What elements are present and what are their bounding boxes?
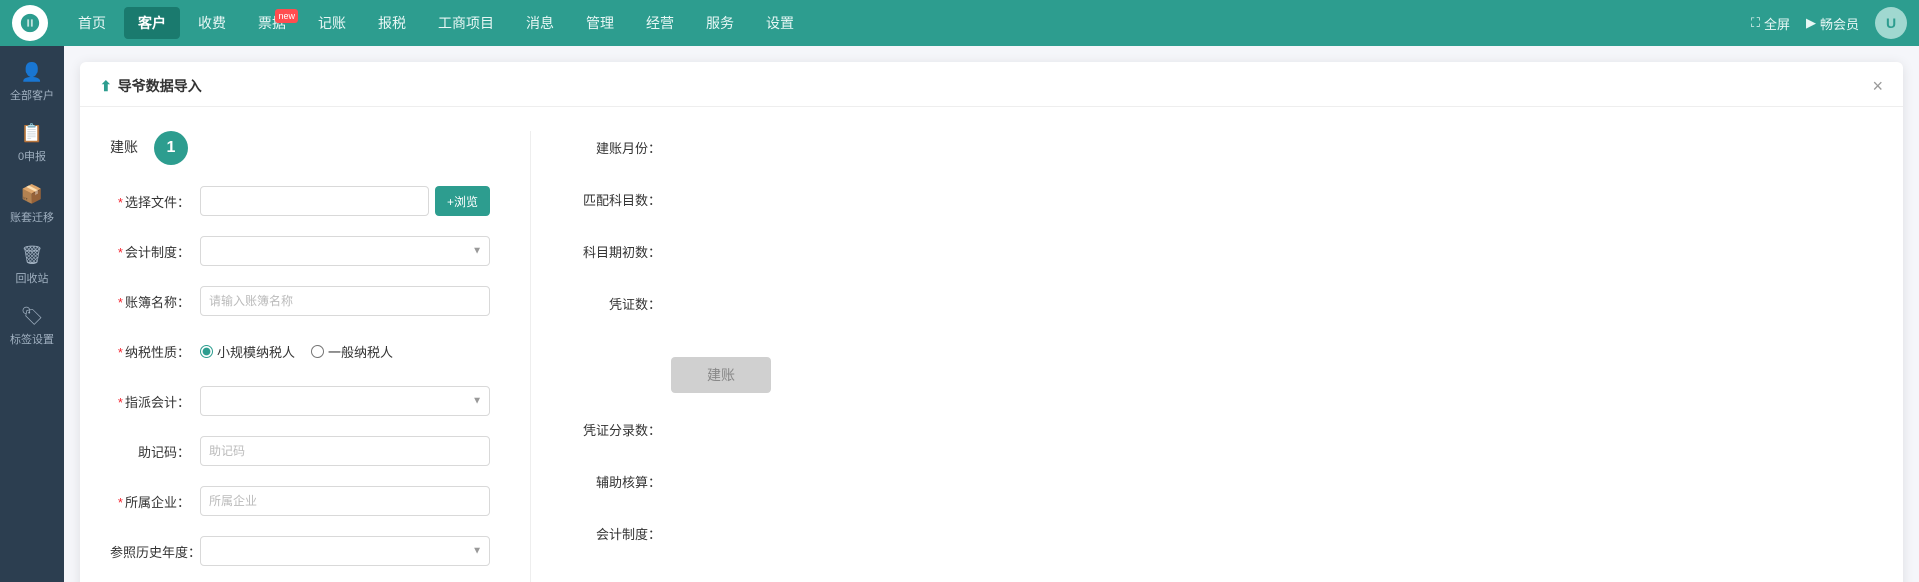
build-account-button[interactable]: 建账 bbox=[671, 357, 771, 393]
auxiliary-row: 辅助核算： bbox=[571, 465, 851, 497]
build-month-row: 建账月份： bbox=[571, 131, 851, 163]
voucher-entries-label: 凭证分录数： bbox=[571, 420, 661, 439]
nav-messages[interactable]: 消息 bbox=[512, 7, 568, 39]
ledger-name-input[interactable] bbox=[200, 286, 490, 316]
accounting-system-label: *会计制度： bbox=[110, 242, 190, 261]
top-nav: 首页 客户 收费 票据 new 记账 报税 工商项目 消息 管理 经营 服务 设… bbox=[0, 0, 1919, 46]
nav-customers[interactable]: 客户 bbox=[124, 7, 180, 39]
ledger-name-row: *账簿名称： bbox=[110, 285, 490, 317]
user-avatar[interactable]: U bbox=[1875, 7, 1907, 39]
sidebar-item-account-migration[interactable]: 📦 账套迁移 bbox=[0, 176, 64, 233]
assign-accountant-select-wrapper: ▼ bbox=[200, 386, 490, 416]
auxiliary-label: 辅助核算： bbox=[571, 472, 661, 491]
nav-bookkeeping[interactable]: 记账 bbox=[304, 7, 360, 39]
nav-tax[interactable]: 报税 bbox=[364, 7, 420, 39]
nav-items: 首页 客户 收费 票据 new 记账 报税 工商项目 消息 管理 经营 服务 设… bbox=[64, 7, 1751, 39]
main-layout: 👤 全部客户 📋 0申报 📦 账套迁移 🗑 回收站 🏷 标签设置 ⬆ 导爷 bbox=[0, 46, 1919, 582]
nav-billing[interactable]: 收费 bbox=[184, 7, 240, 39]
nav-business[interactable]: 工商项目 bbox=[424, 7, 508, 39]
form-right: 建账月份： 匹配科目数： 科目期初数： 凭证数： bbox=[571, 131, 851, 582]
step-label: 建账 bbox=[110, 131, 138, 157]
sidebar-item-tag-settings[interactable]: 🏷 标签设置 bbox=[0, 298, 64, 355]
accounting-system-select[interactable] bbox=[200, 236, 490, 266]
right-accounting-system-row: 会计制度： bbox=[571, 517, 851, 549]
small-taxpayer-label[interactable]: 小规模纳税人 bbox=[200, 342, 295, 361]
section-divider bbox=[530, 131, 531, 582]
import-icon: ⬆ bbox=[100, 78, 112, 95]
voucher-count-row: 凭证数： bbox=[571, 287, 851, 319]
subject-initial-label: 科目期初数： bbox=[571, 242, 661, 261]
history-year-row: 参照历史年度： ▼ bbox=[110, 535, 490, 567]
sidebar-item-recycle-bin[interactable]: 🗑 回收站 bbox=[0, 237, 64, 294]
assign-accountant-select[interactable] bbox=[200, 386, 490, 416]
general-taxpayer-radio[interactable] bbox=[311, 345, 324, 358]
nav-home[interactable]: 首页 bbox=[64, 7, 120, 39]
match-subjects-label: 匹配科目数： bbox=[571, 190, 661, 209]
build-btn-row: 建账 bbox=[571, 347, 851, 393]
nav-management[interactable]: 管理 bbox=[572, 7, 628, 39]
accounting-system-select-wrapper: ▼ bbox=[200, 236, 490, 266]
zero-declaration-icon: 📋 bbox=[21, 123, 43, 144]
file-input-group: +浏览 bbox=[200, 186, 490, 216]
nav-settings[interactable]: 设置 bbox=[752, 7, 808, 39]
voucher-entries-row: 凭证分录数： bbox=[571, 413, 851, 445]
member-btn[interactable]: ▶ 畅会员 bbox=[1806, 14, 1859, 33]
memo-code-input[interactable] bbox=[200, 436, 490, 466]
tax-type-row: *纳税性质： 小规模纳税人 一般纳税人 bbox=[110, 335, 490, 367]
assign-accountant-label: *指派会计： bbox=[110, 392, 190, 411]
assign-accountant-row: *指派会计： ▼ bbox=[110, 385, 490, 417]
sidebar-item-all-customers[interactable]: 👤 全部客户 bbox=[0, 54, 64, 111]
tag-settings-icon: 🏷 bbox=[21, 306, 44, 327]
general-taxpayer-label[interactable]: 一般纳税人 bbox=[311, 342, 393, 361]
nav-services[interactable]: 服务 bbox=[692, 7, 748, 39]
memo-code-row: 助记码： bbox=[110, 435, 490, 467]
dialog-title: ⬆ 导爷数据导入 bbox=[100, 76, 202, 96]
accounting-system-row: *会计制度： ▼ bbox=[110, 235, 490, 267]
import-dialog: ⬆ 导爷数据导入 × 建账 1 *选择文件： bbox=[80, 62, 1903, 582]
history-year-select[interactable] bbox=[200, 536, 490, 566]
step-circle: 1 bbox=[154, 131, 188, 165]
account-migration-icon: 📦 bbox=[21, 184, 43, 205]
company-row: *所属企业： bbox=[110, 485, 490, 517]
tax-type-radio-group: 小规模纳税人 一般纳税人 bbox=[200, 342, 490, 361]
match-subjects-row: 匹配科目数： bbox=[571, 183, 851, 215]
fullscreen-btn[interactable]: ⛶ 全屏 bbox=[1751, 14, 1790, 33]
ledger-name-label: *账簿名称： bbox=[110, 292, 190, 311]
form-left: 建账 1 *选择文件： +浏览 bbox=[110, 131, 490, 582]
close-button[interactable]: × bbox=[1872, 77, 1883, 95]
dialog-body: 建账 1 *选择文件： +浏览 bbox=[80, 107, 1903, 582]
small-taxpayer-radio[interactable] bbox=[200, 345, 213, 358]
file-input[interactable] bbox=[200, 186, 429, 216]
content-area: ⬆ 导爷数据导入 × 建账 1 *选择文件： bbox=[64, 46, 1919, 582]
file-label: *选择文件： bbox=[110, 192, 190, 211]
new-badge: new bbox=[275, 9, 298, 23]
company-label: *所属企业： bbox=[110, 492, 190, 511]
memo-code-label: 助记码： bbox=[110, 442, 190, 461]
subject-initial-row: 科目期初数： bbox=[571, 235, 851, 267]
sidebar-item-zero-declaration[interactable]: 📋 0申报 bbox=[0, 115, 64, 172]
tax-type-label: *纳税性质： bbox=[110, 342, 190, 361]
recycle-bin-icon: 🗑 bbox=[21, 245, 44, 266]
dialog-header: ⬆ 导爷数据导入 × bbox=[80, 62, 1903, 107]
company-input[interactable] bbox=[200, 486, 490, 516]
right-accounting-system-label: 会计制度： bbox=[571, 524, 661, 543]
build-month-label: 建账月份： bbox=[571, 138, 661, 157]
step-area: 建账 1 bbox=[110, 131, 490, 165]
sidebar: 👤 全部客户 📋 0申报 📦 账套迁移 🗑 回收站 🏷 标签设置 bbox=[0, 46, 64, 582]
nav-right: ⛶ 全屏 ▶ 畅会员 U bbox=[1751, 7, 1907, 39]
file-select-row: *选择文件： +浏览 bbox=[110, 185, 490, 217]
app-logo[interactable] bbox=[12, 5, 48, 41]
nav-invoices[interactable]: 票据 new bbox=[244, 7, 300, 39]
all-customers-icon: 👤 bbox=[21, 62, 43, 83]
history-year-label: 参照历史年度： bbox=[110, 542, 190, 561]
nav-operations[interactable]: 经营 bbox=[632, 7, 688, 39]
history-year-select-wrapper: ▼ bbox=[200, 536, 490, 566]
browse-button[interactable]: +浏览 bbox=[435, 186, 490, 216]
voucher-count-label: 凭证数： bbox=[571, 294, 661, 313]
